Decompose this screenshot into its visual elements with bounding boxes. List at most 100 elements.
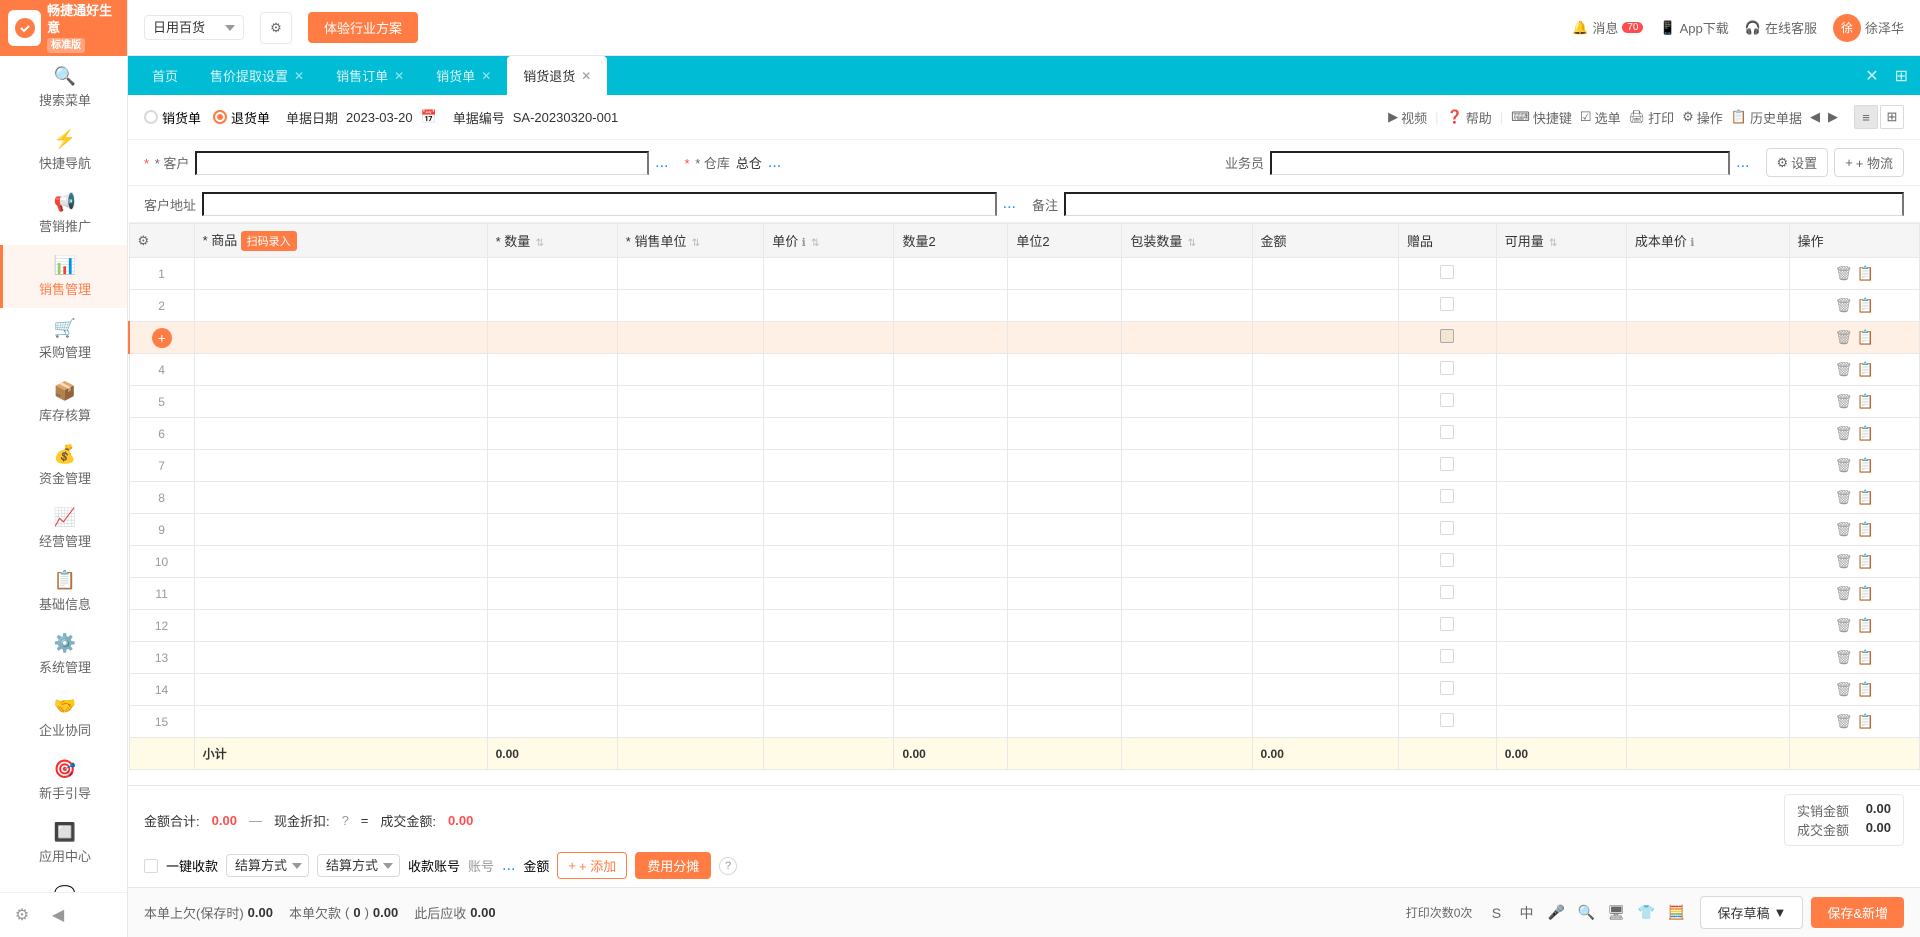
account-dots-btn[interactable]: ... [502,857,515,875]
amount-cell-14[interactable] [1252,674,1398,706]
sort-pack-icon[interactable]: ⇅ [1188,238,1196,249]
cost-cell-11[interactable] [1626,578,1789,610]
qty-cell-9[interactable] [487,514,617,546]
delete-icon-12[interactable]: 🗑 [1835,617,1853,634]
delete-icon-13[interactable]: 🗑 [1835,649,1853,666]
add-row-btn[interactable]: + [152,328,172,348]
calc-method-select[interactable]: 结算方式 [317,854,400,877]
delete-icon-11[interactable]: 🗑 [1835,585,1853,602]
warehouse-dots-btn[interactable]: ... [768,154,781,172]
sidebar-item-apps[interactable]: 🔲 应用中心 [0,812,127,875]
qty-cell-14[interactable] [487,674,617,706]
unit2-cell-11[interactable] [1008,578,1122,610]
sidebar-item-system[interactable]: ⚙️ 系统管理 [0,623,127,686]
cost-cell-8[interactable] [1626,482,1789,514]
unit2-cell-5[interactable] [1008,386,1122,418]
gift-cell-10[interactable] [1399,546,1497,578]
price-cell-1[interactable] [764,258,894,290]
gift-checkbox-15[interactable] [1440,713,1454,727]
price-cell-14[interactable] [764,674,894,706]
gift-checkbox-8[interactable] [1440,489,1454,503]
qty-cell-7[interactable] [487,450,617,482]
price-cell-5[interactable] [764,386,894,418]
cost-cell-7[interactable] [1626,450,1789,482]
gift-checkbox-4[interactable] [1440,361,1454,375]
qty-cell-12[interactable] [487,610,617,642]
radio-return[interactable]: 退货单 [213,108,270,127]
staff-input[interactable] [1270,151,1730,175]
product-cell-15[interactable] [194,706,487,738]
cost-info-icon[interactable]: ℹ [1690,237,1694,249]
avail-cell-9[interactable] [1496,514,1626,546]
pack-cell-9[interactable] [1122,514,1252,546]
pack-cell-10[interactable] [1122,546,1252,578]
copy-icon-15[interactable]: 📋 [1857,713,1874,730]
sort-unit-icon[interactable]: ⇅ [692,238,700,249]
gift-checkbox-5[interactable] [1440,393,1454,407]
calendar-icon[interactable]: 📅 [421,109,437,125]
price-cell-10[interactable] [764,546,894,578]
taskbar-icon-3[interactable]: 🎤 [1544,901,1568,925]
pack-cell-13[interactable] [1122,642,1252,674]
pack-cell-15[interactable] [1122,706,1252,738]
gift-checkbox-7[interactable] [1440,457,1454,471]
amount-cell-2[interactable] [1252,290,1398,322]
shortcut-tool[interactable]: ⌨ 快捷键 [1511,108,1572,127]
product-cell-7[interactable] [194,450,487,482]
unit-cell-10[interactable] [617,546,763,578]
product-cell-13[interactable] [194,642,487,674]
gift-cell-15[interactable] [1399,706,1497,738]
sidebar-item-operations[interactable]: 📈 经营管理 [0,497,127,560]
taskbar-icon-7[interactable]: 🧮 [1664,901,1688,925]
cost-cell-5[interactable] [1626,386,1789,418]
sidebar-item-wechat[interactable]: 💬 企业微信 [0,875,127,892]
gift-cell-6[interactable] [1399,418,1497,450]
unit2-cell-8[interactable] [1008,482,1122,514]
gift-cell-4[interactable] [1399,354,1497,386]
qty-cell-8[interactable] [487,482,617,514]
amount-cell-1[interactable] [1252,258,1398,290]
expense-help-btn[interactable]: ? [719,857,737,875]
unit2-cell-12[interactable] [1008,610,1122,642]
remark-input[interactable] [1064,192,1904,216]
user-profile[interactable]: 徐 徐泽华 [1833,14,1904,42]
price-cell-6[interactable] [764,418,894,450]
product-cell-4[interactable] [194,354,487,386]
expense-split-btn[interactable]: 费用分摊 [635,852,711,879]
delete-icon-14[interactable]: 🗑 [1835,681,1853,698]
delete-icon-8[interactable]: 🗑 [1835,489,1853,506]
unit-cell-15[interactable] [617,706,763,738]
price-cell-12[interactable] [764,610,894,642]
industry-select[interactable]: 日用百货 [144,15,244,40]
settlement-method-select[interactable]: 结算方式 [226,854,309,877]
pack-cell-6[interactable] [1122,418,1252,450]
taskbar-icon-2[interactable]: 中 [1514,901,1538,925]
price-cell-9[interactable] [764,514,894,546]
taskbar-icon-6[interactable]: 👕 [1634,901,1658,925]
print-tool[interactable]: 🖨 打印 [1629,108,1675,127]
customer-dots-btn[interactable]: ... [655,154,668,172]
copy-icon-14[interactable]: 📋 [1857,681,1874,698]
gift-cell-12[interactable] [1399,610,1497,642]
copy-icon-7[interactable]: 📋 [1857,457,1874,474]
pack-cell-5[interactable] [1122,386,1252,418]
th-gear[interactable]: ⚙ [129,224,194,258]
sidebar-item-marketing[interactable]: 📢 营销推广 [0,182,127,245]
product-cell-5[interactable] [194,386,487,418]
copy-icon-5[interactable]: 📋 [1857,393,1874,410]
unit-cell-7[interactable] [617,450,763,482]
qty-cell-15[interactable] [487,706,617,738]
sort-avail-icon[interactable]: ⇅ [1549,238,1557,249]
qty-cell-3[interactable] [487,322,617,354]
qty2-cell-1[interactable] [894,258,1008,290]
gift-checkbox-14[interactable] [1440,681,1454,695]
tab-close-all-btn[interactable]: ✕ [1861,62,1882,90]
unit2-cell-1[interactable] [1008,258,1122,290]
sidebar-settings-btn[interactable]: ⚙ [8,901,36,929]
pack-cell-2[interactable] [1122,290,1252,322]
cost-cell-4[interactable] [1626,354,1789,386]
delete-icon-9[interactable]: 🗑 [1835,521,1853,538]
copy-icon-12[interactable]: 📋 [1857,617,1874,634]
qty2-cell-15[interactable] [894,706,1008,738]
avail-cell-7[interactable] [1496,450,1626,482]
